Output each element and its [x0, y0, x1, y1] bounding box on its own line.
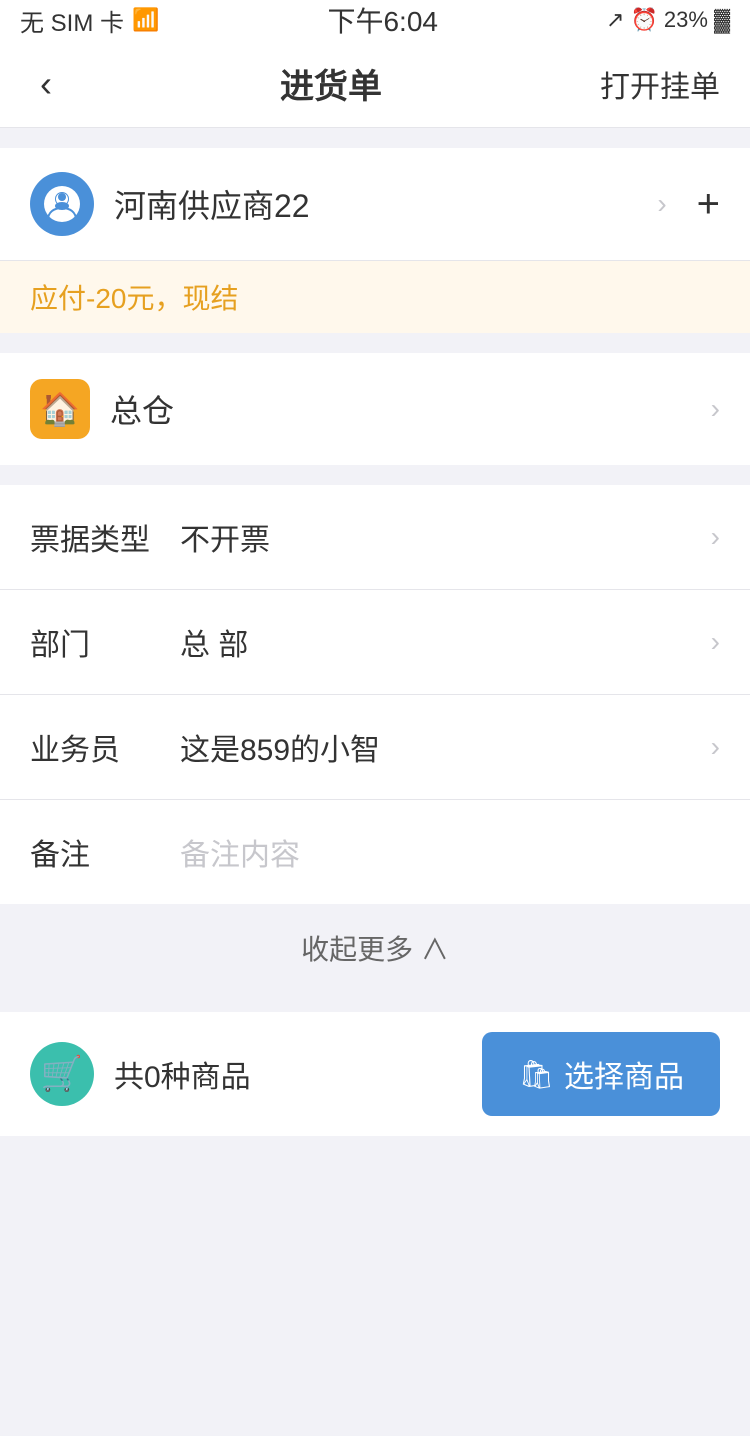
back-button[interactable]: ‹	[30, 53, 62, 115]
invoice-type-value: 不开票	[150, 515, 711, 559]
goods-count-label: 共0种商品	[114, 1052, 462, 1096]
department-label: 部门	[30, 620, 150, 664]
form-section: 票据类型 不开票 › 部门 总 部 › 业务员 这是859的小智 › 备注 备注…	[0, 485, 750, 904]
battery-label: 23%	[664, 7, 708, 33]
salesperson-value: 这是859的小智	[150, 725, 711, 769]
warehouse-icon-wrap: 🏠	[30, 379, 90, 439]
status-left: 无 SIM 卡 📶	[20, 3, 159, 38]
remark-input[interactable]: 备注内容	[150, 830, 720, 874]
invoice-type-label: 票据类型	[30, 515, 150, 559]
goods-icon: 🛒	[41, 1054, 83, 1094]
carrier-label: 无 SIM 卡	[20, 3, 124, 38]
supplier-section: 河南供应商22 › + 应付-20元，现结	[0, 148, 750, 333]
top-divider	[0, 128, 750, 148]
wifi-icon: 📶	[132, 7, 159, 33]
remark-row[interactable]: 备注 备注内容	[0, 800, 750, 904]
battery-icon: ▓	[714, 7, 730, 33]
avatar	[30, 172, 94, 236]
warehouse-section: 🏠 总仓 ›	[0, 353, 750, 465]
alarm-icon: ⏰	[630, 7, 657, 33]
warehouse-icon: 🏠	[40, 390, 80, 428]
department-chevron-icon: ›	[711, 626, 720, 658]
select-goods-button[interactable]: 🛍 选择商品	[482, 1032, 720, 1116]
page-title: 进货单	[280, 59, 382, 108]
nav-bar: ‹ 进货单 打开挂单	[0, 40, 750, 128]
invoice-type-row[interactable]: 票据类型 不开票 ›	[0, 485, 750, 590]
supplier-alert: 应付-20元，现结	[0, 261, 750, 333]
department-row[interactable]: 部门 总 部 ›	[0, 590, 750, 695]
department-value: 总 部	[150, 620, 711, 664]
open-pending-button[interactable]: 打开挂单	[600, 62, 720, 106]
salesperson-row[interactable]: 业务员 这是859的小智 ›	[0, 695, 750, 800]
supplier-chevron-icon: ›	[657, 188, 666, 220]
salesperson-chevron-icon: ›	[711, 731, 720, 763]
warehouse-chevron-icon: ›	[711, 393, 720, 425]
warehouse-row[interactable]: 🏠 总仓 ›	[0, 353, 750, 465]
select-goods-icon: 🛍	[518, 1058, 554, 1091]
status-bar: 无 SIM 卡 📶 下午6:04 ↗ ⏰ 23% ▓	[0, 0, 750, 40]
supplier-name: 河南供应商22	[114, 181, 657, 227]
warehouse-name: 总仓	[110, 386, 711, 432]
remark-label: 备注	[30, 830, 150, 874]
avatar-person-icon	[44, 186, 80, 222]
mid-divider1	[0, 333, 750, 353]
invoice-type-chevron-icon: ›	[711, 521, 720, 553]
select-goods-label: 选择商品	[564, 1052, 684, 1096]
goods-icon-wrap: 🛒	[30, 1042, 94, 1106]
collapse-row[interactable]: 收起更多 ∧	[0, 904, 750, 992]
bottom-bar: 🛒 共0种商品 🛍 选择商品	[0, 1012, 750, 1136]
supplier-row[interactable]: 河南供应商22 › +	[0, 148, 750, 261]
status-right: ↗ ⏰ 23% ▓	[606, 7, 730, 33]
footer-bg	[0, 1136, 750, 1436]
time-label: 下午6:04	[327, 0, 438, 40]
add-supplier-button[interactable]: +	[697, 184, 720, 224]
location-icon: ↗	[606, 7, 624, 33]
salesperson-label: 业务员	[30, 725, 150, 769]
